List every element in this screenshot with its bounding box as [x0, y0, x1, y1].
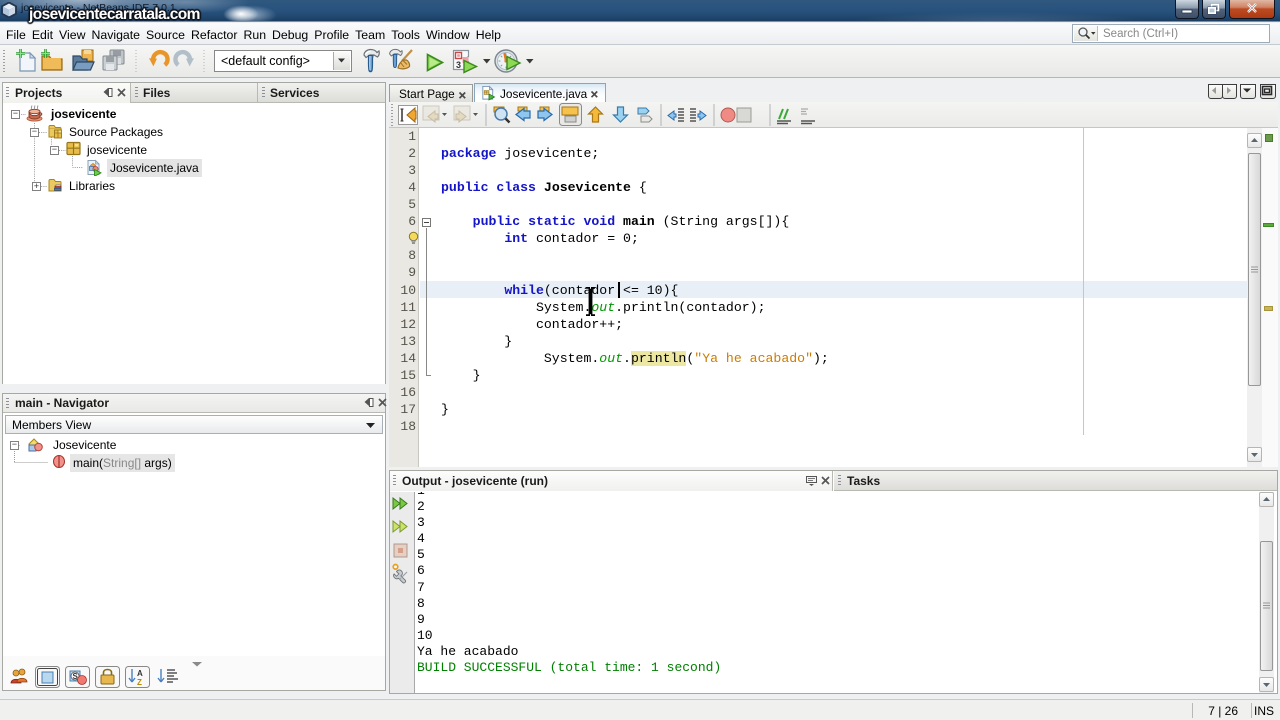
svg-text:Z: Z	[137, 678, 142, 687]
svg-text:3: 3	[456, 60, 461, 70]
svg-text:A: A	[137, 669, 143, 678]
